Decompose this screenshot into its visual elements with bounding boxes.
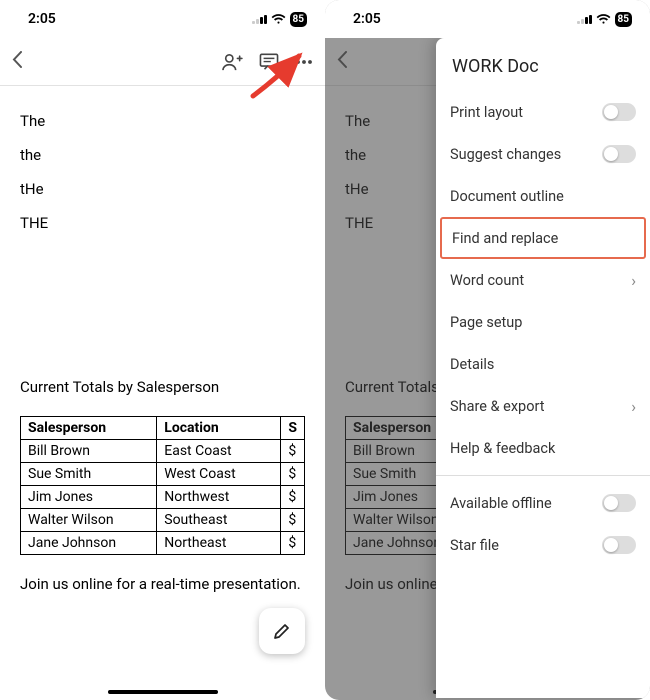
- menu-divider: [436, 475, 650, 476]
- section-title: Current Totals by Salesperson: [20, 378, 305, 396]
- menu-document-outline[interactable]: Document outline: [436, 175, 650, 217]
- status-time: 2:05: [28, 11, 56, 27]
- sales-table: Salesperson Location S Bill BrownEast Co…: [20, 416, 305, 555]
- battery-icon: 85: [290, 12, 307, 27]
- menu-print-layout[interactable]: Print layout: [436, 91, 650, 133]
- table-row: Bill BrownEast Coast$: [21, 440, 305, 463]
- toggle-icon[interactable]: [602, 536, 636, 554]
- menu-find-replace[interactable]: Find and replace: [440, 217, 646, 259]
- app-bar: [0, 38, 325, 86]
- table-row: Sue SmithWest Coast$: [21, 463, 305, 486]
- menu-title: WORK Doc: [436, 38, 650, 91]
- text-line: The: [20, 112, 305, 130]
- status-time: 2:05: [353, 11, 381, 27]
- table-row: Walter WilsonSoutheast$: [21, 509, 305, 532]
- menu-word-count[interactable]: Word count ›: [436, 259, 650, 301]
- pencil-icon: [272, 621, 292, 641]
- text-line: the: [20, 146, 305, 164]
- add-person-icon[interactable]: [221, 53, 243, 71]
- menu-available-offline[interactable]: Available offline: [436, 482, 650, 524]
- menu-page-setup[interactable]: Page setup: [436, 301, 650, 343]
- signal-icon: [577, 14, 592, 24]
- status-right: 85: [577, 12, 632, 27]
- chevron-right-icon: ›: [631, 271, 636, 290]
- col-location: Location: [157, 417, 281, 440]
- wifi-icon: [596, 14, 611, 25]
- wifi-icon: [271, 14, 286, 25]
- toggle-icon[interactable]: [602, 494, 636, 512]
- screenshot-left: 2:05 85: [0, 0, 325, 700]
- status-bar: 2:05 85: [325, 0, 650, 38]
- table-header-row: Salesperson Location S: [21, 417, 305, 440]
- screenshot-right: 2:05 85 The the tHe THE Current Totals b…: [325, 0, 650, 700]
- text-line: tHe: [20, 180, 305, 198]
- col-cut: S: [281, 417, 305, 440]
- table-row: Jane JohnsonNortheast$: [21, 532, 305, 555]
- menu-share-export[interactable]: Share & export ›: [436, 385, 650, 427]
- menu-star-file[interactable]: Star file: [436, 524, 650, 566]
- edit-fab[interactable]: [259, 608, 305, 654]
- text-lines: The the tHe THE: [20, 112, 305, 232]
- table-row: Jim JonesNorthwest$: [21, 486, 305, 509]
- menu-help-feedback[interactable]: Help & feedback: [436, 427, 650, 469]
- status-right: 85: [252, 12, 307, 27]
- back-button[interactable]: [12, 51, 40, 72]
- comment-icon[interactable]: [259, 53, 279, 71]
- footer-text: Join us online for a real-time presentat…: [20, 575, 305, 593]
- signal-icon: [252, 14, 267, 24]
- more-icon[interactable]: [295, 59, 313, 65]
- text-line: THE: [20, 214, 305, 232]
- toggle-icon[interactable]: [602, 103, 636, 121]
- col-salesperson: Salesperson: [21, 417, 157, 440]
- battery-icon: 85: [615, 12, 632, 27]
- home-indicator: [108, 690, 218, 694]
- menu-details[interactable]: Details: [436, 343, 650, 385]
- menu-suggest-changes[interactable]: Suggest changes: [436, 133, 650, 175]
- status-bar: 2:05 85: [0, 0, 325, 38]
- chevron-right-icon: ›: [631, 397, 636, 416]
- document-body: The the tHe THE Current Totals by Salesp…: [0, 86, 325, 603]
- toggle-icon[interactable]: [602, 145, 636, 163]
- options-menu: WORK Doc Print layout Suggest changes Do…: [436, 38, 650, 698]
